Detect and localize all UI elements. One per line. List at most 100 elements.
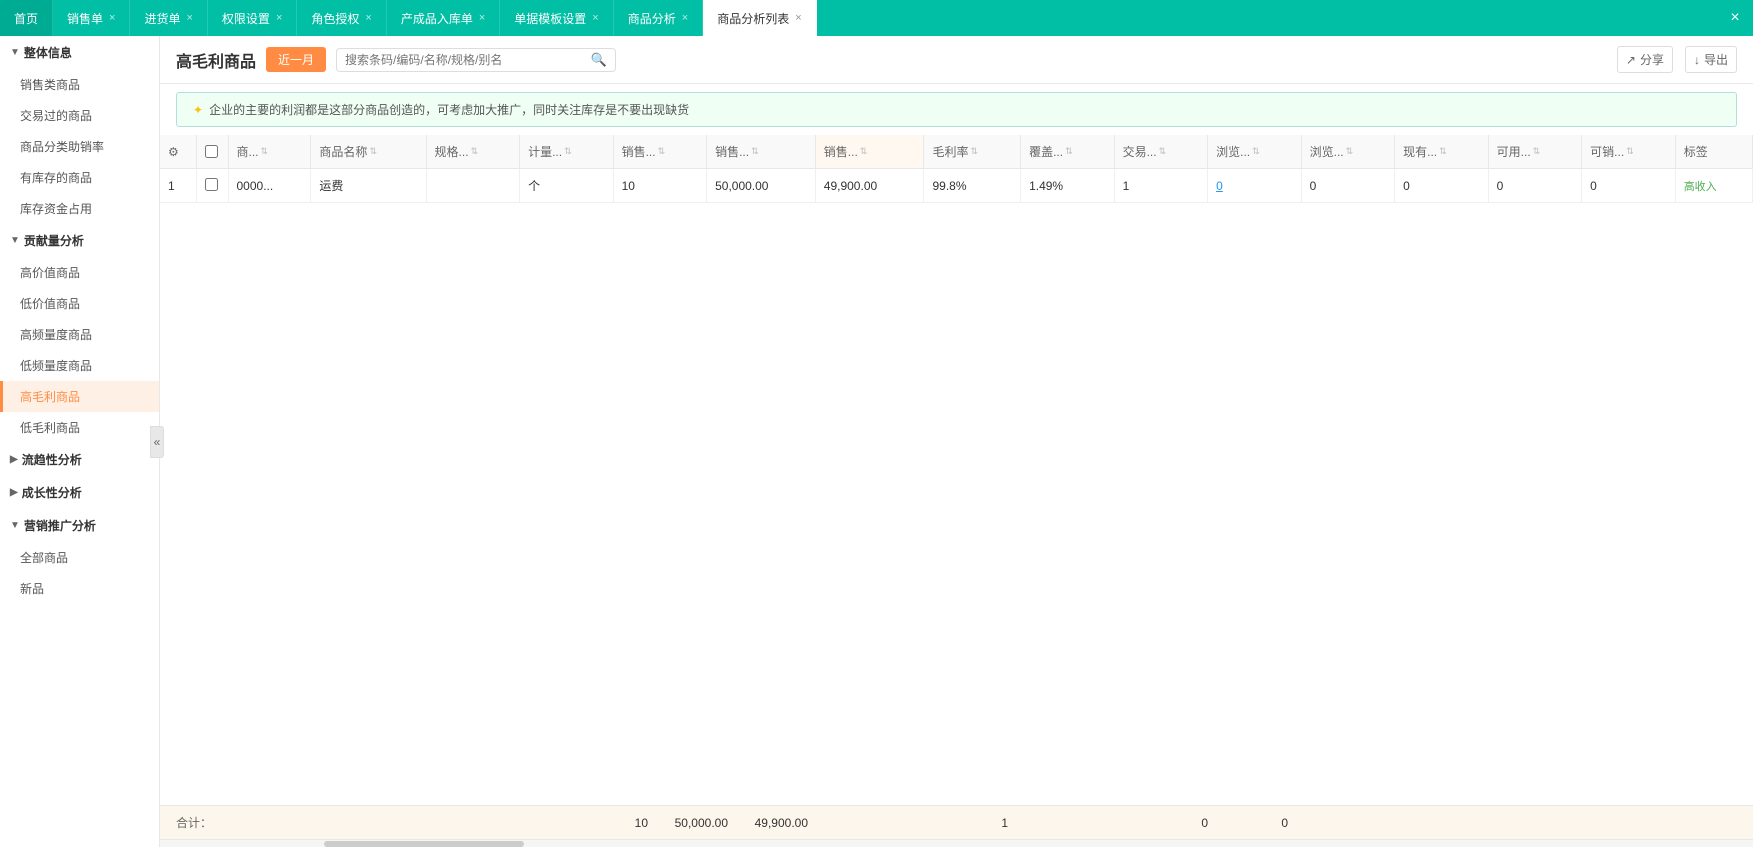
col-sales-profit[interactable]: 销售...⇅ bbox=[815, 135, 924, 169]
sort-icon: ⇅ bbox=[860, 146, 868, 157]
tip-icon: ✦ bbox=[193, 103, 203, 117]
sidebar-item-high-value[interactable]: 高价值商品 bbox=[0, 257, 159, 288]
export-icon: ↓ bbox=[1694, 53, 1700, 67]
cell-views1[interactable]: 0 bbox=[1208, 169, 1302, 203]
nav-tab-template[interactable]: 单据模板设置 × bbox=[500, 0, 613, 36]
nav-tab-analysis[interactable]: 商品分析 × bbox=[614, 0, 703, 36]
close-icon[interactable]: × bbox=[682, 12, 688, 24]
table-row: 1 0000... 运费 个 10 50,000.00 49,900.00 99… bbox=[160, 169, 1753, 203]
close-icon[interactable]: × bbox=[186, 12, 192, 24]
close-icon[interactable]: × bbox=[276, 12, 282, 24]
close-icon[interactable]: × bbox=[365, 12, 371, 24]
cell-name: 运费 bbox=[311, 169, 426, 203]
col-name[interactable]: 商品名称⇅ bbox=[311, 135, 426, 169]
col-sales-qty[interactable]: 销售...⇅ bbox=[613, 135, 707, 169]
chevron-down-icon: ▼ bbox=[10, 235, 20, 246]
chevron-down-icon: ▼ bbox=[10, 520, 20, 531]
col-current-stock[interactable]: 现有...⇅ bbox=[1395, 135, 1489, 169]
window-close-button[interactable]: × bbox=[1717, 0, 1753, 36]
col-views2[interactable]: 浏览...⇅ bbox=[1301, 135, 1395, 169]
cell-code: 0000... bbox=[228, 169, 311, 203]
share-button[interactable]: ↗ 分享 bbox=[1617, 46, 1673, 73]
sidebar-item-sales-goods[interactable]: 销售类商品 bbox=[0, 69, 159, 100]
cell-unit: 个 bbox=[520, 169, 614, 203]
sidebar-collapse-button[interactable]: « bbox=[150, 426, 164, 458]
sidebar-item-low-margin[interactable]: 低毛利商品 bbox=[0, 412, 159, 443]
close-icon[interactable]: × bbox=[479, 12, 485, 24]
sidebar-item-traded-goods[interactable]: 交易过的商品 bbox=[0, 100, 159, 131]
col-code[interactable]: 商...⇅ bbox=[228, 135, 311, 169]
row-checkbox[interactable] bbox=[205, 178, 218, 191]
nav-tab-home[interactable]: 首页 bbox=[0, 0, 53, 36]
cell-checkbox[interactable] bbox=[196, 169, 228, 203]
sidebar-item-stock-capital[interactable]: 库存资金占用 bbox=[0, 193, 159, 224]
nav-tab-purchase[interactable]: 进货单 × bbox=[130, 0, 207, 36]
search-box: 🔍 bbox=[336, 48, 616, 72]
sort-icon: ⇅ bbox=[1346, 146, 1354, 157]
sidebar-item-high-freq[interactable]: 高频量度商品 bbox=[0, 319, 159, 350]
nav-tab-roles[interactable]: 角色授权 × bbox=[297, 0, 386, 36]
export-button[interactable]: ↓ 导出 bbox=[1685, 46, 1737, 73]
sidebar-section-flow[interactable]: ▶ 流趋性分析 bbox=[0, 443, 159, 476]
close-icon[interactable]: × bbox=[592, 12, 598, 24]
footer-available-stock: 0 bbox=[1216, 816, 1296, 830]
sort-icon: ⇅ bbox=[369, 146, 377, 157]
nav-tab-inbound[interactable]: 产成品入库单 × bbox=[387, 0, 500, 36]
col-available-stock[interactable]: 可用...⇅ bbox=[1488, 135, 1582, 169]
col-coverage[interactable]: 覆盖...⇅ bbox=[1021, 135, 1115, 169]
cell-sales-profit: 49,900.00 bbox=[815, 169, 924, 203]
sidebar-item-category-rate[interactable]: 商品分类助销率 bbox=[0, 131, 159, 162]
col-transactions[interactable]: 交易...⇅ bbox=[1114, 135, 1208, 169]
sidebar-item-high-margin[interactable]: 高毛利商品 bbox=[0, 381, 159, 412]
col-views1[interactable]: 浏览...⇅ bbox=[1208, 135, 1302, 169]
footer-sales-qty: 10 bbox=[576, 816, 656, 830]
footer-sales-amount: 50,000.00 bbox=[656, 816, 736, 830]
nav-tab-analysis-list[interactable]: 商品分析列表 × bbox=[703, 0, 816, 36]
sort-icon: ⇅ bbox=[658, 146, 666, 157]
footer-transactions: 1 bbox=[936, 816, 1016, 830]
sort-icon: ⇅ bbox=[261, 146, 269, 157]
col-sellable[interactable]: 可销...⇅ bbox=[1582, 135, 1676, 169]
sidebar-item-all-goods[interactable]: 全部商品 bbox=[0, 542, 159, 573]
footer-current-stock: 0 bbox=[1136, 816, 1216, 830]
col-sales-amount[interactable]: 销售...⇅ bbox=[707, 135, 816, 169]
sort-icon: ⇅ bbox=[564, 146, 572, 157]
search-icon[interactable]: 🔍 bbox=[591, 52, 607, 68]
col-spec[interactable]: 规格...⇅ bbox=[426, 135, 520, 169]
sort-icon: ⇅ bbox=[471, 146, 479, 157]
data-table-container: ⚙ 商...⇅ 商品名称⇅ 规格...⇅ bbox=[160, 135, 1753, 805]
col-unit[interactable]: 计量...⇅ bbox=[520, 135, 614, 169]
close-icon[interactable]: × bbox=[795, 12, 801, 24]
nav-tab-permissions[interactable]: 权限设置 × bbox=[208, 0, 297, 36]
sidebar-item-new-goods[interactable]: 新品 bbox=[0, 573, 159, 604]
sidebar-section-growth[interactable]: ▶ 成长性分析 bbox=[0, 476, 159, 509]
sidebar-item-instock-goods[interactable]: 有库存的商品 bbox=[0, 162, 159, 193]
tip-banner: ✦ 企业的主要的利润都是这部分商品创造的，可考虑加大推广，同时关注库存是不要出现… bbox=[176, 92, 1737, 127]
sidebar-item-low-value[interactable]: 低价值商品 bbox=[0, 288, 159, 319]
sort-icon: ⇅ bbox=[970, 146, 978, 157]
sidebar-item-low-freq[interactable]: 低频量度商品 bbox=[0, 350, 159, 381]
cell-gross-margin: 99.8% bbox=[924, 169, 1021, 203]
content-header: 高毛利商品 近一月 🔍 ↗ 分享 ↓ 导出 bbox=[160, 36, 1753, 84]
cell-current-stock: 0 bbox=[1395, 169, 1489, 203]
cell-index: 1 bbox=[160, 169, 196, 203]
cell-views2: 0 bbox=[1301, 169, 1395, 203]
horizontal-scrollbar[interactable] bbox=[160, 839, 1753, 847]
col-checkbox[interactable] bbox=[196, 135, 228, 169]
scrollbar-thumb[interactable] bbox=[324, 841, 524, 847]
select-all-checkbox[interactable] bbox=[205, 145, 218, 158]
search-input[interactable] bbox=[345, 53, 591, 67]
nav-tab-sales[interactable]: 销售单 × bbox=[53, 0, 130, 36]
share-icon: ↗ bbox=[1626, 53, 1636, 67]
sidebar: ▼ 整体信息 销售类商品 交易过的商品 商品分类助销率 有库存的商品 库存资金占… bbox=[0, 36, 160, 847]
data-table: ⚙ 商...⇅ 商品名称⇅ 规格...⇅ bbox=[160, 135, 1753, 203]
col-gross-margin[interactable]: 毛利率⇅ bbox=[924, 135, 1021, 169]
close-icon[interactable]: × bbox=[109, 12, 115, 24]
page-title: 高毛利商品 bbox=[176, 48, 256, 72]
sidebar-section-contribution[interactable]: ▼ 贡献量分析 bbox=[0, 224, 159, 257]
filter-period-button[interactable]: 近一月 bbox=[266, 47, 326, 72]
footer-sales-profit: 49,900.00 bbox=[736, 816, 816, 830]
col-settings[interactable]: ⚙ bbox=[160, 135, 196, 169]
sidebar-section-marketing[interactable]: ▼ 营销推广分析 bbox=[0, 509, 159, 542]
sidebar-section-overall[interactable]: ▼ 整体信息 bbox=[0, 36, 159, 69]
